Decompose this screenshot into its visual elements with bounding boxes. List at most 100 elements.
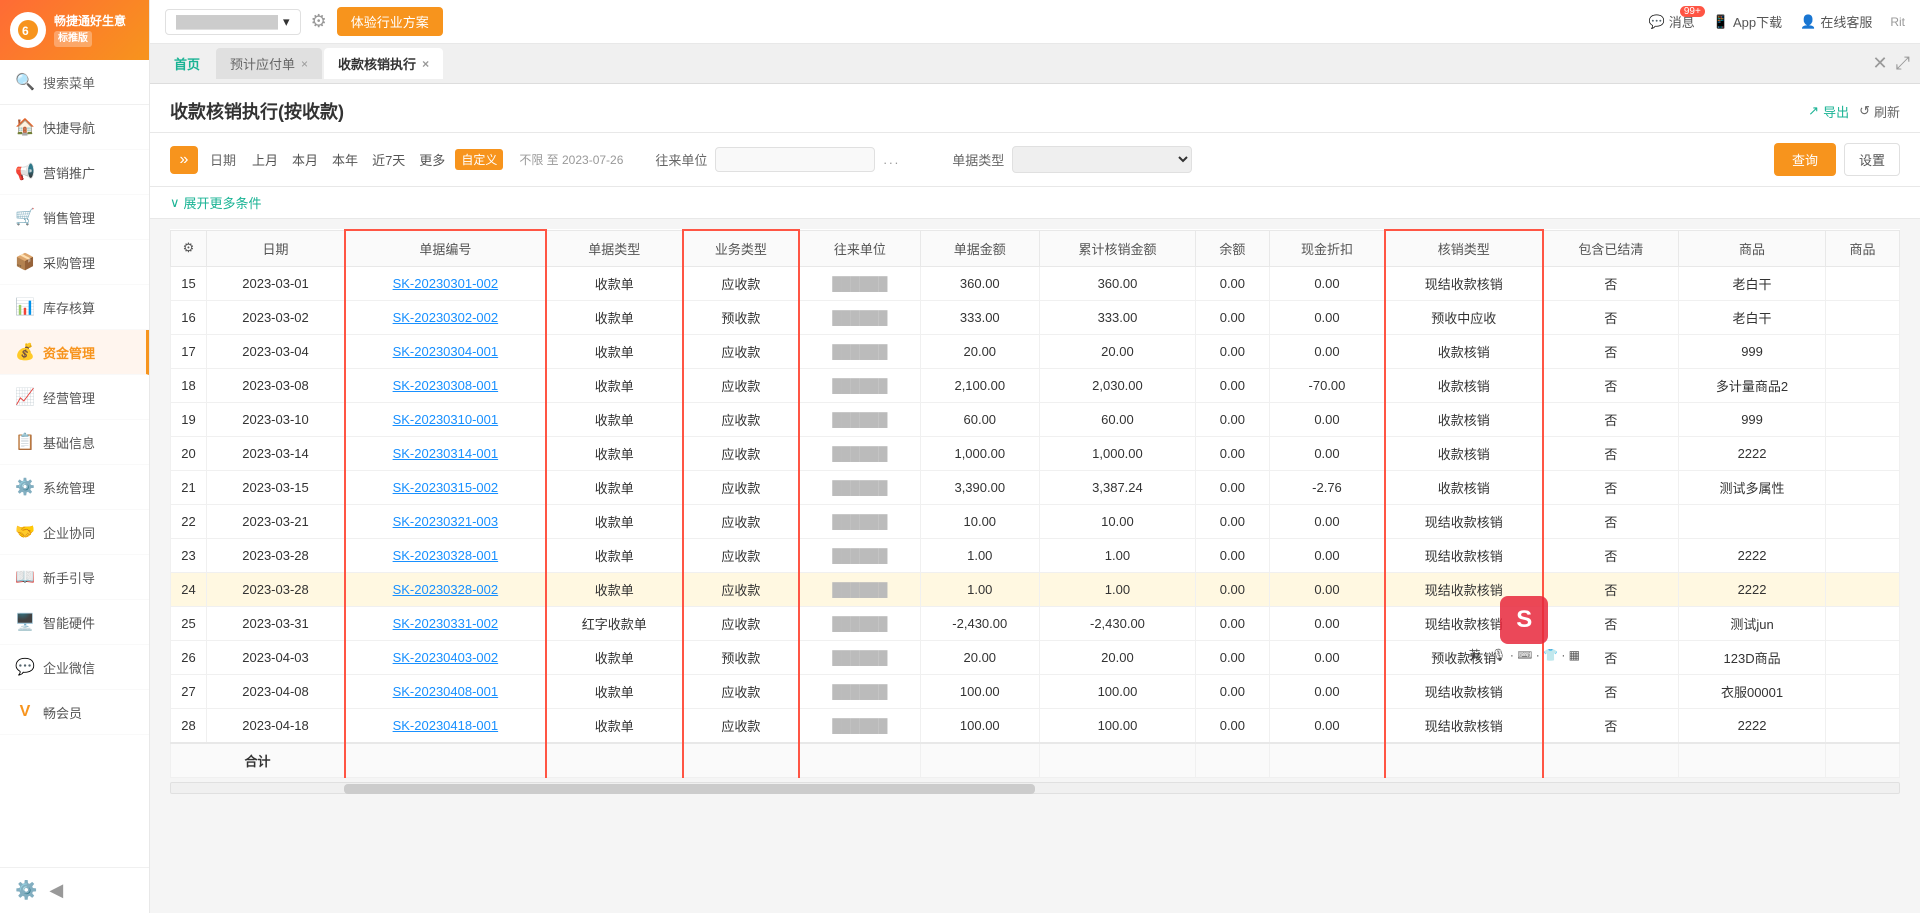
row-order-type: 收款单 <box>546 437 683 471</box>
row-order-no[interactable]: SK-20230418-001 <box>345 709 546 744</box>
row-product: 2222 <box>1679 709 1826 744</box>
sidebar-item-marketing[interactable]: 📢 营销推广 <box>0 150 149 195</box>
recent7-btn[interactable]: 近7天 <box>368 148 409 171</box>
setting-btn[interactable]: 设置 <box>1844 143 1900 176</box>
row-order-no[interactable]: SK-20230301-002 <box>345 267 546 301</box>
tab-prepay[interactable]: 预计应付单 × <box>216 48 322 79</box>
col-cash-discount: 现金折扣 <box>1269 230 1385 267</box>
row-writeoff-type: 收款核销 <box>1385 335 1542 369</box>
sidebar-item-quicknav[interactable]: 🏠 快捷导航 <box>0 105 149 150</box>
message-btn[interactable]: 💬 消息 99+ <box>1649 12 1695 31</box>
tab-home[interactable]: 首页 <box>160 48 214 79</box>
scrollbar-thumb[interactable] <box>344 784 1035 794</box>
export-btn[interactable]: ↗ 导出 <box>1808 102 1849 121</box>
sidebar: 6 畅捷通好生意 标推版 🔍 搜索菜单 🏠 快捷导航 📢 营销推广 🛒 销售管理… <box>0 0 150 913</box>
row-order-no[interactable]: SK-20230408-001 <box>345 675 546 709</box>
expand-more-btn[interactable]: ∨ 展开更多条件 <box>170 193 1900 212</box>
row-include-settled: 否 <box>1543 539 1679 573</box>
sidebar-item-hardware[interactable]: 🖥️ 智能硬件 <box>0 600 149 645</box>
user-name[interactable]: Rit <box>1890 15 1905 29</box>
partner-input[interactable] <box>715 147 875 172</box>
tabs-right-buttons: ✕ ⤢ <box>1873 53 1911 74</box>
collapse-icon[interactable]: ◀ <box>49 880 63 901</box>
sidebar-item-basic[interactable]: 📋 基础信息 <box>0 420 149 465</box>
col-product2: 商品 <box>1825 230 1899 267</box>
maximize-btn[interactable]: ⤢ <box>1896 53 1910 74</box>
row-cash-discount: -2.76 <box>1269 471 1385 505</box>
row-writeoff-type: 现结收款核销 <box>1385 607 1542 641</box>
filter-expand-btn[interactable]: » <box>170 146 198 174</box>
row-order-no[interactable]: SK-20230308-001 <box>345 369 546 403</box>
row-order-no[interactable]: SK-20230331-002 <box>345 607 546 641</box>
row-order-no[interactable]: SK-20230328-002 <box>345 573 546 607</box>
row-biz-type: 应收款 <box>683 267 800 301</box>
custom-date-btn[interactable]: 自定义 <box>455 149 503 170</box>
query-btn[interactable]: 查询 <box>1774 143 1836 176</box>
col-product: 商品 <box>1679 230 1826 267</box>
row-order-no[interactable]: SK-20230314-001 <box>345 437 546 471</box>
sidebar-item-wechat[interactable]: 💬 企业微信 <box>0 645 149 690</box>
this-month-btn[interactable]: 本月 <box>288 148 322 171</box>
sidebar-item-system[interactable]: ⚙️ 系统管理 <box>0 465 149 510</box>
row-balance: 0.00 <box>1195 641 1269 675</box>
row-order-no[interactable]: SK-20230310-001 <box>345 403 546 437</box>
row-amount: 1,000.00 <box>920 437 1040 471</box>
horizontal-scrollbar[interactable] <box>170 782 1900 794</box>
row-order-no[interactable]: SK-20230302-002 <box>345 301 546 335</box>
row-balance: 0.00 <box>1195 437 1269 471</box>
sidebar-item-operation[interactable]: 📈 经营管理 <box>0 375 149 420</box>
row-order-no[interactable]: SK-20230328-001 <box>345 539 546 573</box>
row-order-no[interactable]: SK-20230403-002 <box>345 641 546 675</box>
row-amount: 100.00 <box>920 675 1040 709</box>
sidebar-item-enterprise[interactable]: 🤝 企业协同 <box>0 510 149 555</box>
sidebar-item-inventory[interactable]: 📊 库存核算 <box>0 285 149 330</box>
sidebar-item-finance[interactable]: 💰 资金管理 <box>0 330 149 375</box>
type-select[interactable] <box>1012 146 1192 173</box>
row-date: 2023-03-02 <box>207 301 346 335</box>
refresh-btn[interactable]: ↺ 刷新 <box>1859 102 1900 121</box>
row-product: 老白干 <box>1679 267 1826 301</box>
enterprise-icon: 🤝 <box>15 522 35 542</box>
col-settings[interactable]: ⚙ <box>171 230 207 267</box>
row-order-no[interactable]: SK-20230304-001 <box>345 335 546 369</box>
sidebar-item-sales[interactable]: 🛒 销售管理 <box>0 195 149 240</box>
type-filter: 单据类型 <box>952 146 1192 173</box>
tab1-close-btn[interactable]: × <box>301 57 308 71</box>
settings-bottom-icon[interactable]: ⚙️ <box>15 880 37 901</box>
row-product2 <box>1825 369 1899 403</box>
sidebar-item-purchase[interactable]: 📦 采购管理 <box>0 240 149 285</box>
row-writeoff-type: 预收款核销 <box>1385 641 1542 675</box>
close-window-btn[interactable]: ✕ <box>1873 53 1888 74</box>
row-cash-discount: 0.00 <box>1269 641 1385 675</box>
gear-icon[interactable]: ⚙ <box>311 11 327 32</box>
row-no: 22 <box>171 505 207 539</box>
row-product2 <box>1825 573 1899 607</box>
sidebar-item-guide[interactable]: 📖 新手引导 <box>0 555 149 600</box>
sidebar-item-search[interactable]: 🔍 搜索菜单 <box>0 60 149 105</box>
topbar-selector[interactable]: ████████████ ▾ <box>165 9 301 35</box>
row-no: 23 <box>171 539 207 573</box>
row-amount: 1.00 <box>920 573 1040 607</box>
tab-writeoff[interactable]: 收款核销执行 × <box>324 48 443 79</box>
tab2-close-btn[interactable]: × <box>422 57 429 71</box>
row-include-settled: 否 <box>1543 267 1679 301</box>
row-biz-type: 应收款 <box>683 369 800 403</box>
trial-btn[interactable]: 体验行业方案 <box>337 7 443 36</box>
row-cash-discount: 0.00 <box>1269 403 1385 437</box>
table-row: 28 2023-04-18 SK-20230418-001 收款单 应收款 ██… <box>171 709 1900 744</box>
sidebar-item-member[interactable]: V 畅会员 <box>0 690 149 735</box>
row-amount: -2,430.00 <box>920 607 1040 641</box>
this-year-btn[interactable]: 本年 <box>328 148 362 171</box>
row-amount: 60.00 <box>920 403 1040 437</box>
col-balance: 余额 <box>1195 230 1269 267</box>
row-order-type: 收款单 <box>546 471 683 505</box>
row-cash-discount: 0.00 <box>1269 539 1385 573</box>
row-order-no[interactable]: SK-20230321-003 <box>345 505 546 539</box>
row-include-settled: 否 <box>1543 301 1679 335</box>
online-service-btn[interactable]: 👤 在线客服 <box>1800 12 1872 31</box>
row-product: 999 <box>1679 335 1826 369</box>
app-download-btn[interactable]: 📱 App下载 <box>1713 12 1782 31</box>
more-date-btn[interactable]: 更多 <box>415 148 449 171</box>
last-month-btn[interactable]: 上月 <box>248 148 282 171</box>
row-order-no[interactable]: SK-20230315-002 <box>345 471 546 505</box>
